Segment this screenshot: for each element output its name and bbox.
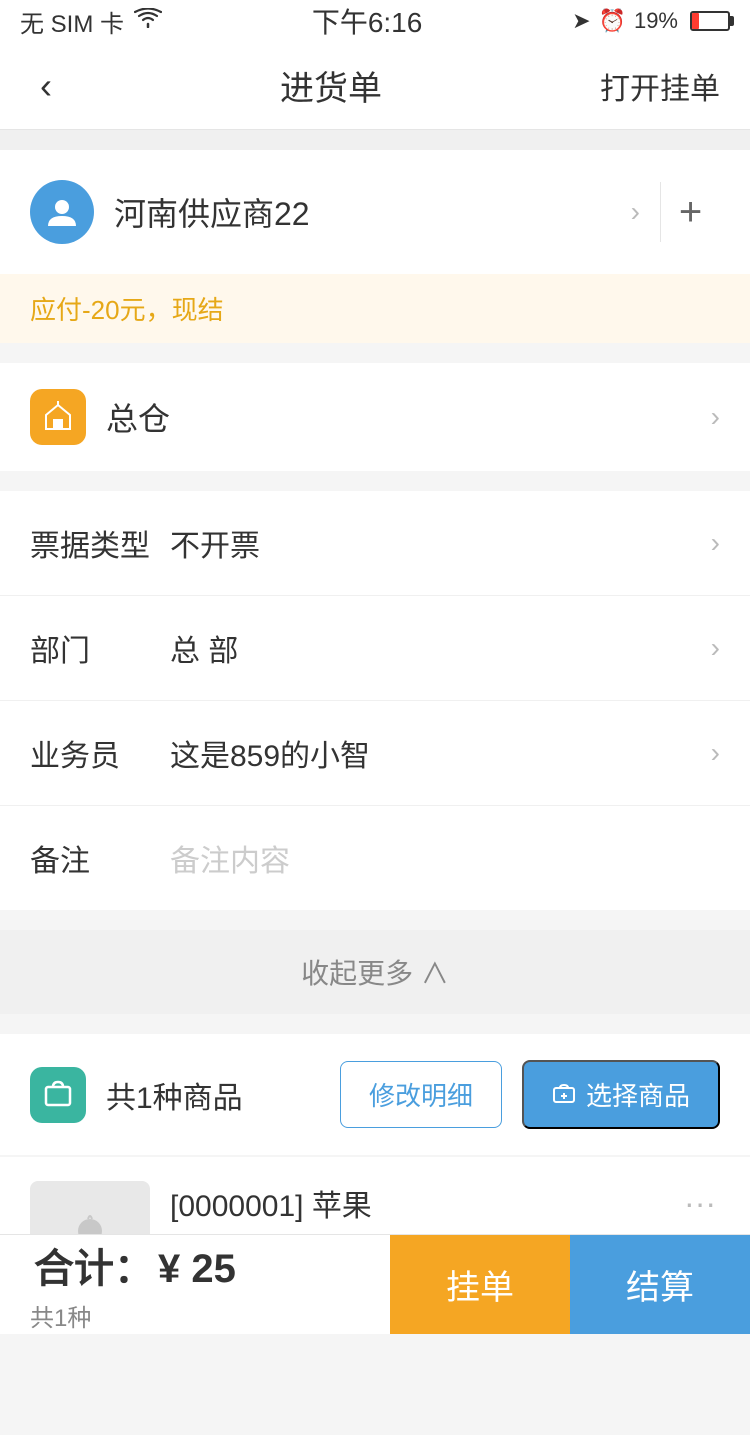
warehouse-icon	[30, 389, 86, 445]
cart-icon	[42, 1079, 74, 1111]
payable-notice: 应付-20元，现结	[0, 274, 750, 343]
alarm-icon: ⏰	[599, 8, 626, 34]
salesman-value: 这是859的小智	[170, 731, 701, 775]
open-suspend-button[interactable]: 打开挂单	[600, 64, 720, 108]
status-left: 无 SIM 卡	[20, 4, 162, 39]
footer-count: 共1种	[30, 1298, 360, 1333]
nav-bar: ‹ 进货单 打开挂单	[0, 42, 750, 130]
invoice-type-label: 票据类型	[30, 521, 160, 565]
select-product-button[interactable]: 选择商品	[522, 1060, 720, 1129]
invoice-type-row[interactable]: 票据类型 不开票 ›	[0, 491, 750, 596]
supplier-name[interactable]: 河南供应商22	[114, 189, 621, 235]
wifi-icon	[134, 7, 162, 35]
form-section: 票据类型 不开票 › 部门 总 部 › 业务员 这是859的小智 › 备注 备注…	[0, 491, 750, 910]
warehouse-name: 总仓	[106, 394, 701, 440]
checkout-button[interactable]: 结算	[570, 1235, 750, 1334]
suspend-button[interactable]: 挂单	[390, 1235, 570, 1334]
status-right: ➤ ⏰ 19%	[572, 8, 730, 34]
department-chevron: ›	[711, 632, 720, 664]
collapse-bar[interactable]: 收起更多 ∧	[0, 930, 750, 1014]
chevron-right-icon: ›	[631, 196, 640, 228]
footer-total-main: 合计：¥ 25	[30, 1236, 360, 1294]
product-count-label: 共1种商品	[106, 1073, 320, 1117]
back-button[interactable]: ‹	[30, 55, 62, 117]
remark-label: 备注	[30, 836, 160, 880]
edit-detail-button[interactable]: 修改明细	[340, 1061, 502, 1128]
invoice-type-chevron: ›	[711, 527, 720, 559]
status-time: 下午6:16	[312, 1, 423, 41]
department-row[interactable]: 部门 总 部 ›	[0, 596, 750, 701]
battery-icon	[690, 11, 730, 31]
product-header: 共1种商品 修改明细 选择商品	[0, 1034, 750, 1155]
product-count-icon	[30, 1067, 86, 1123]
footer-spacer	[0, 1325, 750, 1435]
remark-placeholder: 备注内容	[170, 836, 720, 880]
department-value: 总 部	[170, 626, 701, 670]
invoice-type-value: 不开票	[170, 521, 701, 565]
footer-total: 合计：¥ 25 共1种	[0, 1236, 390, 1333]
battery-percent: 19%	[634, 8, 678, 34]
page-title: 进货单	[280, 61, 382, 110]
product-name: [0000001] 苹果	[170, 1181, 660, 1225]
status-bar: 无 SIM 卡 下午6:16 ➤ ⏰ 19%	[0, 0, 750, 42]
salesman-row[interactable]: 业务员 这是859的小智 ›	[0, 701, 750, 806]
salesman-chevron: ›	[711, 737, 720, 769]
supplier-avatar	[30, 180, 94, 244]
user-icon	[44, 194, 80, 230]
footer: 合计：¥ 25 共1种 挂单 结算	[0, 1234, 750, 1334]
location-icon: ➤	[572, 8, 590, 34]
department-label: 部门	[30, 626, 160, 670]
add-supplier-button[interactable]: +	[660, 182, 720, 242]
salesman-label: 业务员	[30, 731, 160, 775]
warehouse-section[interactable]: 总仓 ›	[0, 363, 750, 471]
remark-row[interactable]: 备注 备注内容	[0, 806, 750, 910]
carrier-label: 无 SIM 卡	[20, 4, 124, 39]
section-gap-1	[0, 130, 750, 150]
warehouse-svg-icon	[42, 401, 74, 433]
warehouse-chevron-icon: ›	[711, 401, 720, 433]
select-product-icon	[552, 1083, 576, 1107]
supplier-section: 河南供应商22 › +	[0, 150, 750, 274]
product-more-button[interactable]: ···	[680, 1181, 720, 1226]
